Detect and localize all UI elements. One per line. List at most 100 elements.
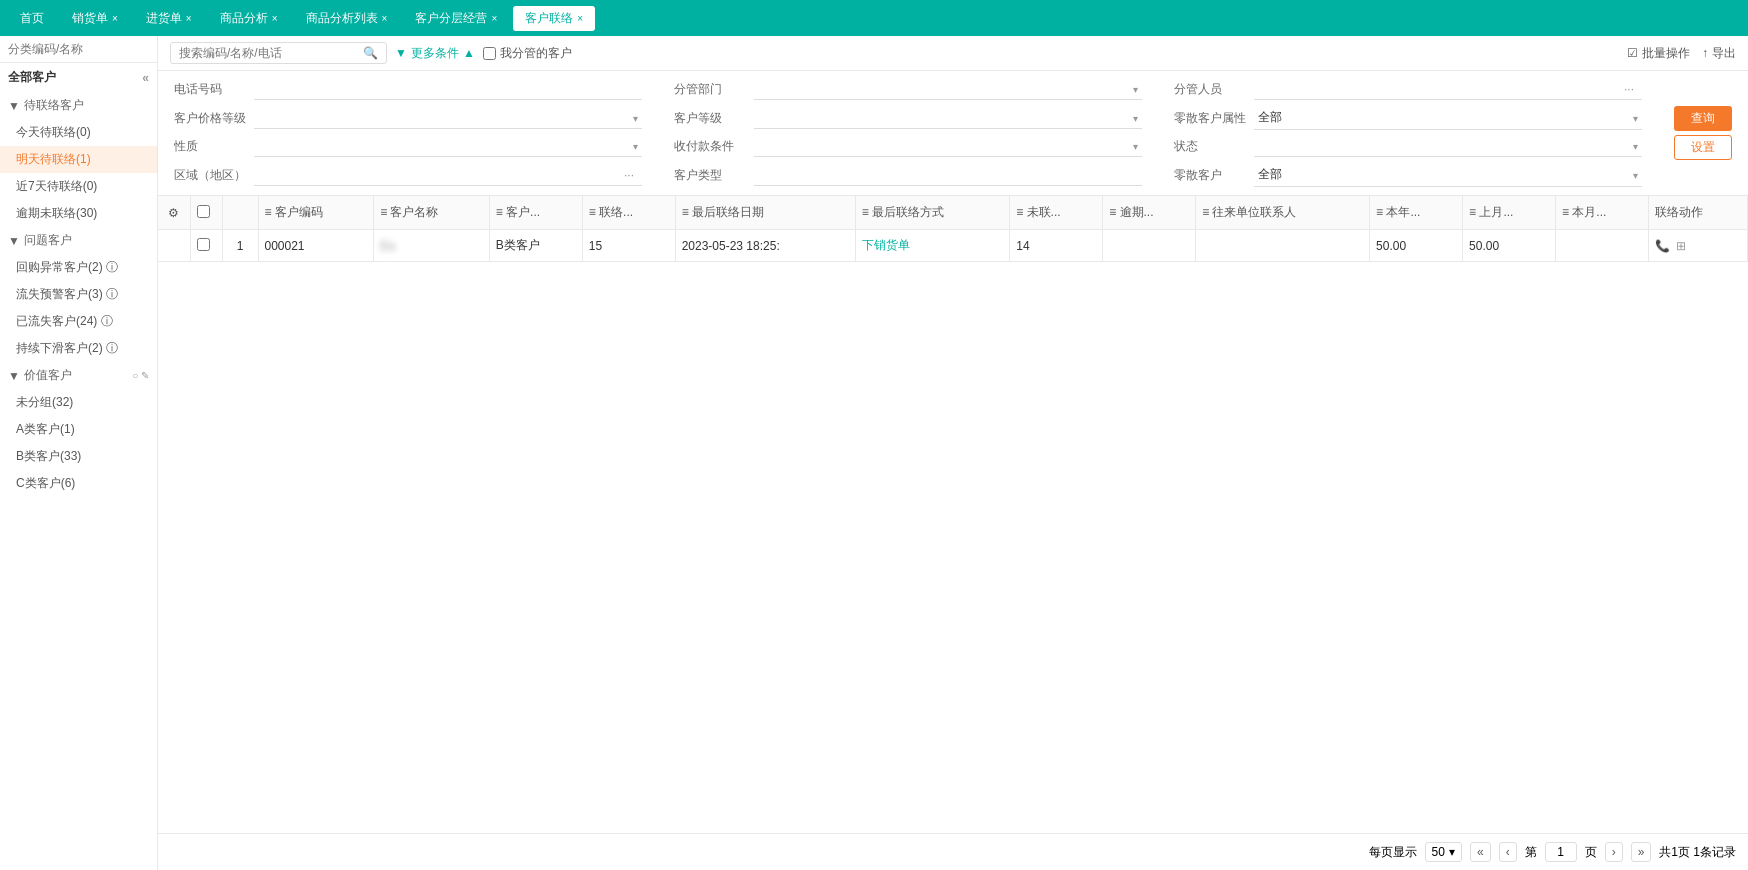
pagination: 每页显示 50 ▾ « ‹ 第 页 › » 共1页 1条记录	[158, 833, 1748, 870]
price-level-select[interactable]	[254, 108, 642, 129]
phone-input[interactable]	[254, 79, 642, 100]
chevron-up-icon: ▲	[463, 46, 475, 60]
sidebar-item-overdue-contact[interactable]: 逾期未联络(30)	[0, 200, 157, 227]
my-customers-check[interactable]	[483, 47, 496, 60]
select-all-checkbox[interactable]	[197, 205, 210, 218]
page-word: 第	[1525, 844, 1537, 861]
next-page-btn[interactable]: ›	[1605, 842, 1623, 862]
last-page-btn[interactable]: »	[1631, 842, 1652, 862]
region-ellipsis[interactable]: ···	[620, 168, 638, 182]
query-button[interactable]: 查询	[1674, 106, 1732, 131]
sidebar-item-ungrouped[interactable]: 未分组(32)	[0, 389, 157, 416]
filter-bar: 🔍 ▼ 更多条件 ▲ 我分管的客户 ☑ 批量操作 ↑ 导出	[158, 36, 1748, 71]
export-btn[interactable]: ↑ 导出	[1702, 45, 1736, 62]
nav-close-product-analysis-list[interactable]: ×	[382, 13, 388, 24]
main-search-input[interactable]	[179, 46, 359, 60]
nav-close-product-analysis[interactable]: ×	[272, 13, 278, 24]
sidebar-item-c-class[interactable]: C类客户(6)	[0, 470, 157, 497]
col-last-month: ≡ 上月...	[1463, 196, 1556, 230]
dept-chevron	[1133, 82, 1138, 96]
col-overdue: ≡ 逾期...	[1103, 196, 1196, 230]
nav-product-analysis[interactable]: 商品分析 ×	[208, 6, 290, 31]
nature-select[interactable]	[254, 136, 642, 157]
batch-op-btn[interactable]: ☑ 批量操作	[1627, 45, 1690, 62]
sidebar-item-tomorrow-contact[interactable]: 明天待联络(1)	[0, 146, 157, 173]
customer-level-chevron	[1133, 111, 1138, 125]
region-label: 区域（地区）	[174, 167, 254, 184]
nav-close-sales-order[interactable]: ×	[112, 13, 118, 24]
filter-region: 区域（地区） ···	[174, 165, 642, 186]
my-customers-checkbox[interactable]: 我分管的客户	[483, 45, 572, 62]
sidebar-item-churn-warning[interactable]: 流失预警客户(3) ⓘ	[0, 281, 157, 308]
scatter-customer-label: 零散客户	[1174, 167, 1254, 184]
price-level-label: 客户价格等级	[174, 110, 254, 127]
set-button[interactable]: 设置	[1674, 135, 1732, 160]
sidebar-item-abnormal-repurchase[interactable]: 回购异常客户(2) ⓘ	[0, 254, 157, 281]
content-area: 🔍 ▼ 更多条件 ▲ 我分管的客户 ☑ 批量操作 ↑ 导出	[158, 36, 1748, 870]
nav-close-purchase-order[interactable]: ×	[186, 13, 192, 24]
customer-level-select[interactable]	[754, 108, 1142, 129]
sidebar-search-input[interactable]	[8, 42, 158, 56]
nav-close-customer-contact[interactable]: ×	[577, 13, 583, 24]
col-code: ≡ 客户编码	[258, 196, 374, 230]
payment-terms-chevron	[1133, 139, 1138, 153]
cell-num: 1	[222, 230, 258, 262]
table-row: 1 000021 Ea B类客户 15 2023-05-23 18:25: 下销…	[158, 230, 1748, 262]
main-search-icon[interactable]: 🔍	[363, 46, 378, 60]
action-grid-icon[interactable]: ⊞	[1676, 239, 1686, 253]
first-page-btn[interactable]: «	[1470, 842, 1491, 862]
nav-purchase-order[interactable]: 进货单 ×	[134, 6, 204, 31]
sidebar-group-problem-customers[interactable]: ▼ 问题客户	[0, 227, 157, 254]
page-input[interactable]	[1545, 842, 1577, 862]
scatter-customer-select[interactable]: 全部	[1254, 163, 1642, 187]
nav-customer-contact[interactable]: 客户联络 ×	[513, 6, 595, 31]
filter-customer-level: 客户等级	[674, 108, 1142, 129]
dept-select[interactable]	[754, 79, 1142, 100]
col-settings[interactable]: ⚙	[158, 196, 190, 230]
action-phone-icon[interactable]: 📞	[1655, 239, 1670, 253]
sidebar-all-customers[interactable]: 全部客户 «	[0, 63, 157, 92]
cell-contact: 15	[582, 230, 675, 262]
filter-person: 分管人员 ···	[1174, 79, 1642, 100]
last-contact-link[interactable]: 下销货单	[862, 238, 910, 252]
scatter-attr-chevron	[1633, 111, 1638, 125]
sidebar-item-a-class[interactable]: A类客户(1)	[0, 416, 157, 443]
sidebar-item-b-class[interactable]: B类客户(33)	[0, 443, 157, 470]
filter-customer-type: 客户类型	[674, 165, 1142, 186]
nav-customer-segmentation[interactable]: 客户分层经营 ×	[403, 6, 509, 31]
sidebar-group-value-customers[interactable]: ▼ 价值客户 ○ ✎	[0, 362, 157, 389]
col-checkbox[interactable]	[190, 196, 222, 230]
col-contact: ≡ 联络...	[582, 196, 675, 230]
cell-checkbox[interactable]	[190, 230, 222, 262]
value-arrow: ▼	[8, 369, 20, 383]
sidebar-group-pending-contact[interactable]: ▼ 待联络客户	[0, 92, 157, 119]
nav-home[interactable]: 首页	[8, 6, 56, 31]
sidebar-item-churned[interactable]: 已流失客户(24) ⓘ	[0, 308, 157, 335]
person-ellipsis[interactable]: ···	[1620, 82, 1638, 96]
col-this-year: ≡ 本年...	[1370, 196, 1463, 230]
scatter-attr-select[interactable]: 全部	[1254, 106, 1642, 130]
more-conditions-btn[interactable]: ▼ 更多条件 ▲	[395, 45, 475, 62]
cell-last-contact-method[interactable]: 下销货单	[855, 230, 1010, 262]
nav-close-customer-segmentation[interactable]: ×	[491, 13, 497, 24]
payment-terms-select[interactable]	[754, 136, 1142, 157]
col-name: ≡ 客户名称	[374, 196, 490, 230]
page-size-select[interactable]: 50 ▾	[1425, 842, 1462, 862]
nav-product-analysis-list[interactable]: 商品分析列表 ×	[294, 6, 400, 31]
status-label: 状态	[1174, 138, 1254, 155]
filter-payment-terms: 收付款条件	[674, 136, 1142, 157]
nav-sales-order[interactable]: 销货单 ×	[60, 6, 130, 31]
col-last-contact-date: ≡ 最后联络日期	[675, 196, 855, 230]
phone-label: 电话号码	[174, 81, 254, 98]
sidebar-item-declining[interactable]: 持续下滑客户(2) ⓘ	[0, 335, 157, 362]
problem-arrow: ▼	[8, 234, 20, 248]
filter-row-1: 电话号码 分管部门 分管人员	[174, 79, 1642, 100]
row-checkbox[interactable]	[197, 238, 210, 251]
prev-page-btn[interactable]: ‹	[1499, 842, 1517, 862]
cell-unit-contact	[1196, 230, 1370, 262]
sidebar-item-7days-contact[interactable]: 近7天待联络(0)	[0, 173, 157, 200]
customer-type-input[interactable]	[754, 165, 1142, 186]
status-select[interactable]	[1254, 136, 1642, 157]
sidebar-item-today-contact[interactable]: 今天待联络(0)	[0, 119, 157, 146]
cell-settings	[158, 230, 190, 262]
